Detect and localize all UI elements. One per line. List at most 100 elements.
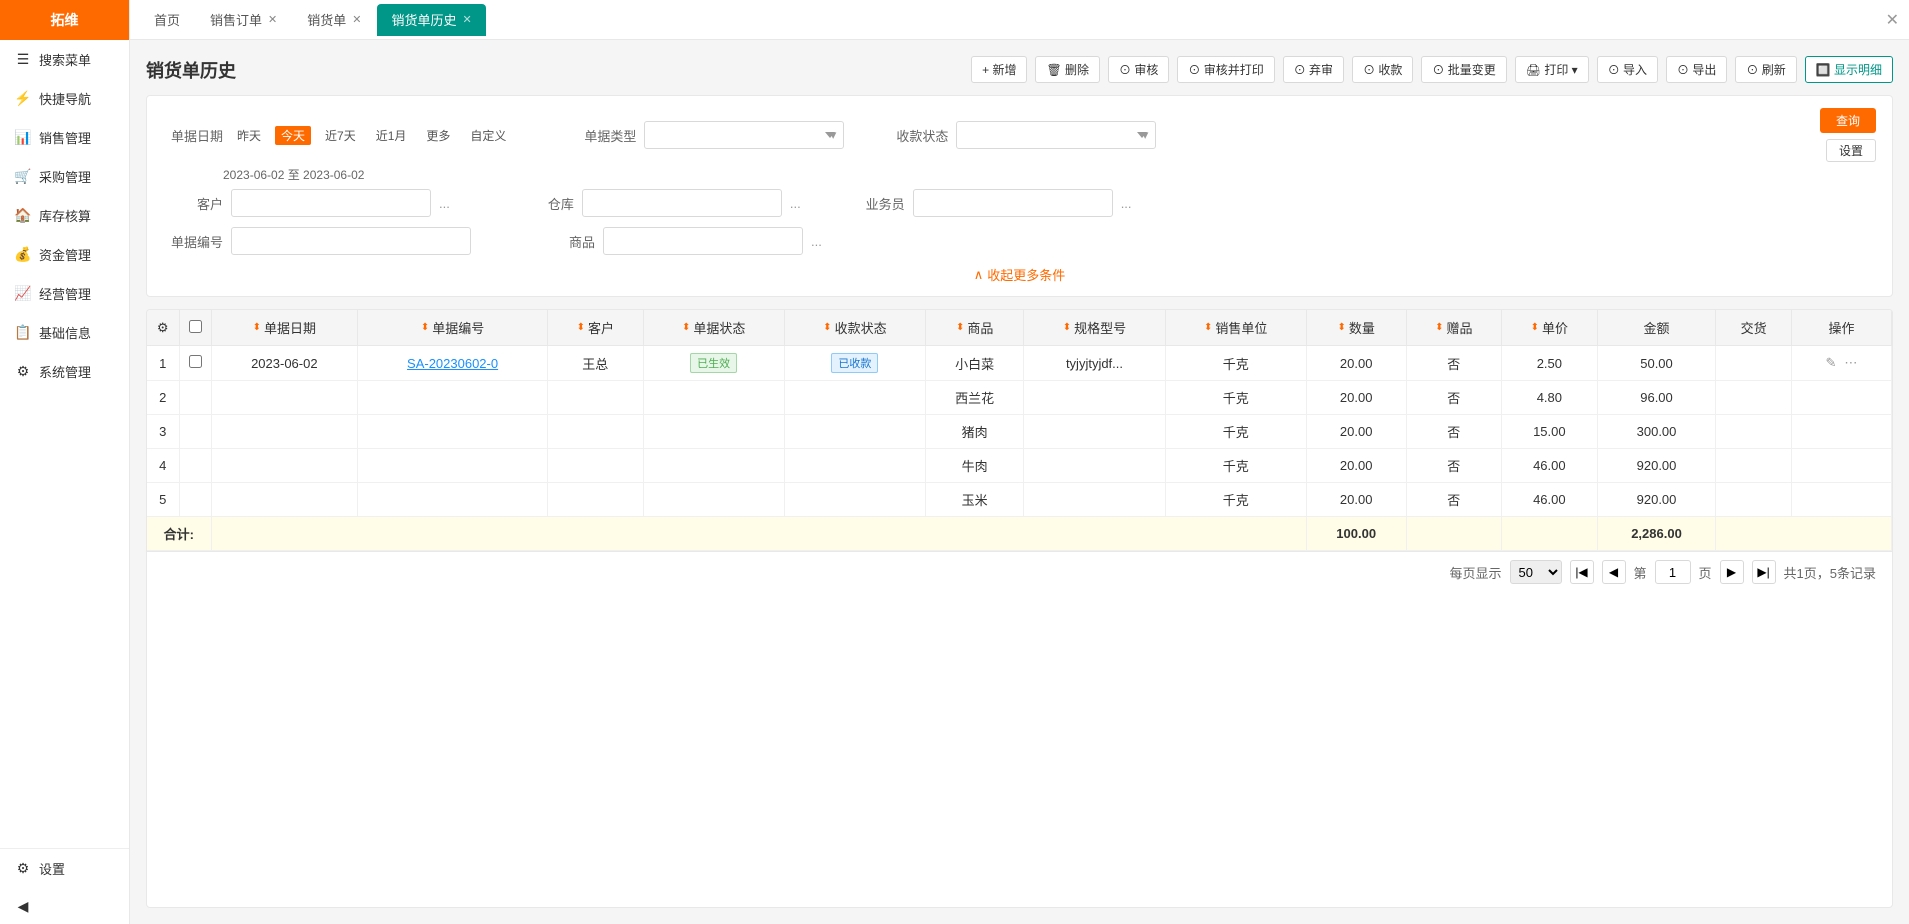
prev-page-btn[interactable]: ◀ [1602, 560, 1626, 584]
goods-input[interactable] [603, 227, 803, 255]
sidebar-item-collapse[interactable]: ◀ [0, 888, 129, 924]
th-doc-no[interactable]: ⬍单据编号 [358, 310, 548, 346]
refresh-button[interactable]: ⊙ 刷新 [1735, 56, 1796, 83]
tab-sales-order[interactable]: 销售订单✕ [196, 4, 291, 36]
cell-doc-no [358, 449, 548, 483]
sidebar-item-quick-nav[interactable]: ⚡快捷导航 [0, 79, 129, 118]
window-close-icon[interactable]: ✕ [1886, 10, 1899, 30]
sidebar-item-purchase-mgmt[interactable]: 🛒采购管理 [0, 157, 129, 196]
edit-op-btn[interactable]: ✎ [1822, 353, 1841, 373]
collect-status-select[interactable] [956, 121, 1156, 149]
sidebar-item-search-menu[interactable]: ☰搜索菜单 [0, 40, 129, 79]
cell-checkbox[interactable] [179, 381, 211, 415]
salesman-dots[interactable]: ... [1121, 196, 1132, 211]
collect-button[interactable]: ⊙ 收款 [1352, 56, 1413, 83]
next-page-btn[interactable]: ▶ [1720, 560, 1744, 584]
salesman-label: 业务员 [845, 194, 905, 213]
delete-button[interactable]: 🗑 删除 [1035, 56, 1100, 83]
th-amount: 金额 [1597, 310, 1716, 346]
last-page-btn[interactable]: ▶| [1752, 560, 1776, 584]
th-customer[interactable]: ⬍客户 [547, 310, 643, 346]
sidebar-item-ops-mgmt[interactable]: 📈经营管理 [0, 274, 129, 313]
goods-dots[interactable]: ... [811, 234, 822, 249]
first-page-btn[interactable]: |◀ [1570, 560, 1594, 584]
basic-info-icon: 📋 [15, 325, 31, 341]
gear-icon: ⚙ [15, 861, 31, 877]
cell-checkbox[interactable] [179, 415, 211, 449]
cell-checkbox[interactable] [179, 346, 211, 381]
customer-dots[interactable]: ... [439, 196, 450, 211]
date-today-btn[interactable]: 今天 [275, 126, 311, 145]
th-collect-status[interactable]: ⬍收款状态 [784, 310, 925, 346]
th-spec[interactable]: ⬍规格型号 [1024, 310, 1165, 346]
tab-sales-history[interactable]: 销货单历史✕ [377, 4, 485, 36]
th-unit-price[interactable]: ⬍单价 [1502, 310, 1598, 346]
filter-row-2: 客户 ... 仓库 ... 业务员 ... [163, 189, 1876, 217]
th-checkbox[interactable] [179, 310, 211, 346]
customer-input[interactable] [231, 189, 431, 217]
date-more-btn[interactable]: 更多 [420, 126, 456, 145]
purchase-mgmt-icon: 🛒 [15, 169, 31, 185]
cell-amount: 50.00 [1597, 346, 1716, 381]
tab-close-icon[interactable]: ✕ [463, 13, 472, 26]
abandon-button[interactable]: ⊙ 弃审 [1283, 56, 1344, 83]
row-checkbox[interactable] [189, 355, 202, 368]
sidebar-item-stock-calc[interactable]: 🏠库存核算 [0, 196, 129, 235]
audit-button[interactable]: ⊙ 审核 [1108, 56, 1169, 83]
date-1month-btn[interactable]: 近1月 [370, 126, 413, 145]
date-custom-btn[interactable]: 自定义 [464, 126, 512, 145]
cell-doc-status [643, 483, 784, 517]
collapse-icon: ◀ [15, 898, 31, 914]
show-detail-button[interactable]: 🔲 显示明细 [1805, 56, 1893, 83]
batch-change-button[interactable]: ⊙ 批量变更 [1421, 56, 1506, 83]
sidebar-bottom: ⚙ 设置 ◀ [0, 848, 129, 924]
tab-close-icon[interactable]: ✕ [268, 13, 277, 26]
cell-amount: 920.00 [1597, 483, 1716, 517]
add-button[interactable]: + 新增 [971, 56, 1027, 83]
cell-row-num: 4 [147, 449, 179, 483]
doc-type-select[interactable] [644, 121, 844, 149]
salesman-input[interactable] [913, 189, 1113, 217]
th-doc-status[interactable]: ⬍单据状态 [643, 310, 784, 346]
cell-qty: 20.00 [1306, 415, 1406, 449]
import-button[interactable]: ⊙ 导入 [1597, 56, 1658, 83]
cell-doc-status [643, 449, 784, 483]
cell-checkbox[interactable] [179, 449, 211, 483]
cell-customer [547, 483, 643, 517]
tab-home[interactable]: 首页 [140, 4, 194, 36]
sidebar-item-basic-info[interactable]: 📋基础信息 [0, 313, 129, 352]
cell-checkbox[interactable] [179, 483, 211, 517]
th-unit[interactable]: ⬍销售单位 [1165, 310, 1306, 346]
sidebar-item-settings[interactable]: ⚙ 设置 [0, 849, 129, 888]
th-goods[interactable]: ⬍商品 [925, 310, 1023, 346]
more-op-btn[interactable]: ⋯ [1840, 353, 1861, 373]
cell-spec: tyjyjtyjdf... [1024, 346, 1165, 381]
date-7days-btn[interactable]: 近7天 [319, 126, 362, 145]
cell-ops [1791, 449, 1891, 483]
th-settings[interactable]: ⚙ [147, 310, 179, 346]
summary-label: 合计: [147, 517, 211, 551]
export-button[interactable]: ⊙ 导出 [1666, 56, 1727, 83]
date-yesterday-btn[interactable]: 昨天 [231, 126, 267, 145]
page-number-input[interactable] [1655, 560, 1691, 584]
tab-sales-delivery[interactable]: 销货单✕ [293, 4, 375, 36]
sidebar-item-sales-mgmt[interactable]: 📊销售管理 [0, 118, 129, 157]
tab-close-icon[interactable]: ✕ [352, 13, 361, 26]
select-all-checkbox[interactable] [189, 320, 202, 333]
cell-doc-no: SA-20230602-0 [358, 346, 548, 381]
settings-button[interactable]: 设置 [1826, 139, 1876, 162]
warehouse-input[interactable] [582, 189, 782, 217]
per-page-select[interactable]: 50 100 200 [1510, 560, 1562, 584]
th-qty[interactable]: ⬍数量 [1306, 310, 1406, 346]
docno-input[interactable] [231, 227, 471, 255]
print-button[interactable]: 🖨 打印 ▾ [1515, 56, 1589, 83]
th-gift[interactable]: ⬍赠品 [1406, 310, 1502, 346]
warehouse-dots[interactable]: ... [790, 196, 801, 211]
query-button[interactable]: 查询 [1820, 108, 1876, 133]
sidebar-item-finance-mgmt[interactable]: 💰资金管理 [0, 235, 129, 274]
th-doc-date[interactable]: ⬍单据日期 [211, 310, 358, 346]
audit-print-button[interactable]: ⊙ 审核并打印 [1177, 56, 1274, 83]
collapse-button[interactable]: ∧ 收起更多条件 [163, 265, 1876, 284]
doc-no-link[interactable]: SA-20230602-0 [407, 356, 498, 371]
sidebar-item-sys-mgmt[interactable]: ⚙系统管理 [0, 352, 129, 391]
